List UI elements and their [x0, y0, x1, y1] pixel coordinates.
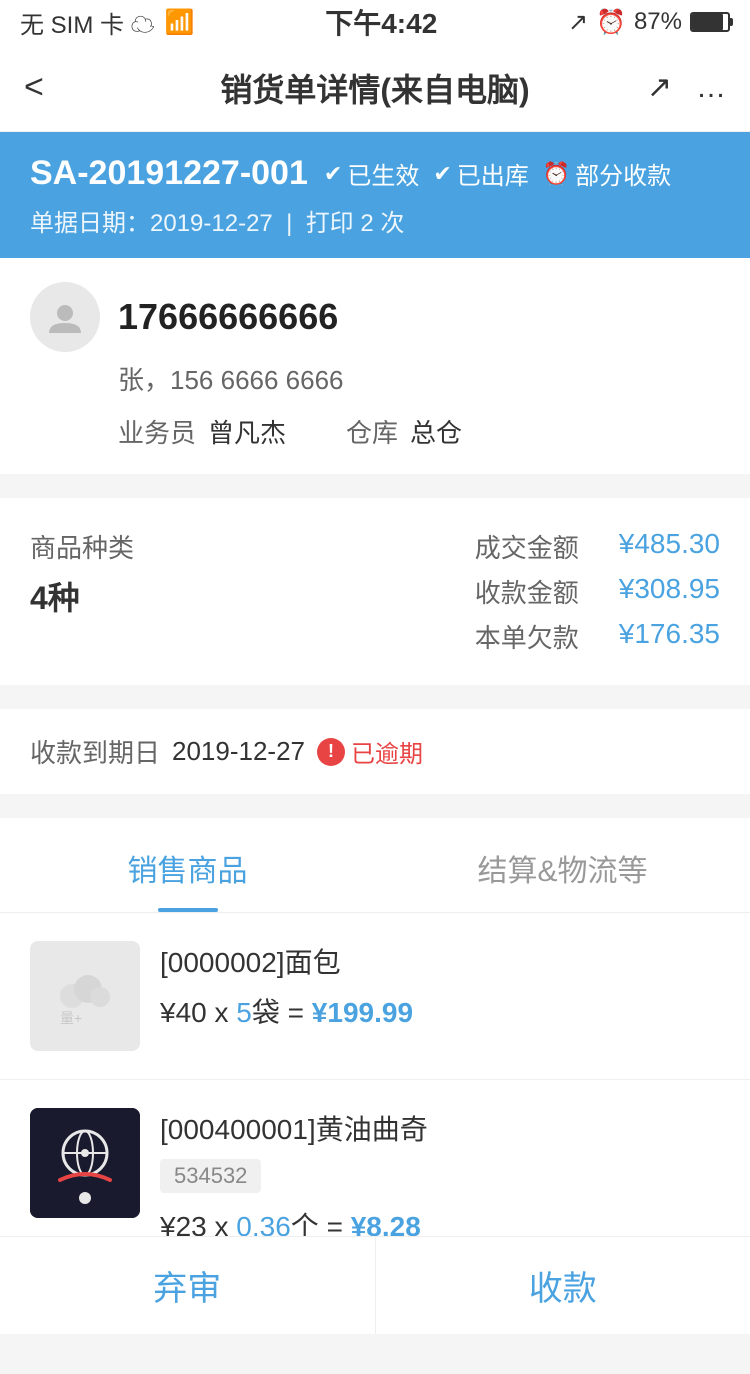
back-button[interactable]: < — [14, 58, 54, 117]
category-info: 商品种类 4种 — [30, 528, 134, 655]
category-label: 商品种类 — [30, 528, 134, 565]
svg-text:量+: 量+ — [60, 1010, 82, 1026]
order-date-line: 单据日期：2019-12-27 | 打印 2 次 — [30, 203, 720, 238]
order-id: SA-20191227-001 — [30, 154, 308, 193]
status-time: 下午4:42 — [325, 2, 437, 42]
sales-label: 业务员 — [118, 413, 196, 450]
divider-1 — [0, 486, 750, 498]
amount-value: ¥485.30 — [619, 528, 720, 565]
overdue-badge: ! 已逾期 — [317, 734, 423, 769]
bottom-bar: 弃审 收款 — [0, 1236, 750, 1334]
due-label: 收款到期日 — [30, 733, 160, 770]
status-shipped: ✔ 已出库 — [433, 156, 528, 191]
battery-icon — [690, 12, 730, 32]
order-banner: SA-20191227-001 ✔ 已生效 ✔ 已出库 ⏰ 部分收款 单据日期：… — [0, 132, 750, 258]
warehouse-label: 仓库 — [346, 413, 398, 450]
received-label: 收款金额 — [475, 573, 579, 610]
avatar — [30, 282, 100, 352]
amount-info: 成交金额 ¥485.30 收款金额 ¥308.95 本单欠款 ¥176.35 — [475, 528, 720, 655]
products-section: 量+ [0000002]面包 ¥40 x 5袋 = ¥199.99 — [0, 913, 750, 1274]
product-thumb-2 — [30, 1108, 140, 1218]
battery-percent: 87% — [634, 8, 682, 36]
clock-icon: ⏰ — [543, 161, 570, 187]
customer-id: 17666666666 — [118, 296, 338, 338]
product-tag-2: 534532 — [160, 1159, 261, 1193]
status-active: ✔ 已生效 — [324, 156, 419, 191]
due-date: 2019-12-27 — [172, 736, 305, 767]
tabs-section: 销售商品 结算&物流等 — [0, 818, 750, 913]
received-value: ¥308.95 — [619, 573, 720, 610]
divider-3 — [0, 806, 750, 818]
location-icon: ↗ — [568, 8, 588, 37]
due-section: 收款到期日 2019-12-27 ! 已逾期 — [0, 709, 750, 794]
wifi-icon: 📶 — [165, 8, 195, 37]
product-name-1: [0000002]面包 — [160, 941, 720, 981]
tab-sales-products[interactable]: 销售商品 — [0, 818, 375, 912]
category-count: 4种 — [30, 573, 134, 619]
cancel-button[interactable]: 弃审 — [0, 1237, 376, 1334]
check-icon-active: ✔ — [324, 161, 342, 187]
product-item-1: 量+ [0000002]面包 ¥40 x 5袋 = ¥199.99 — [0, 913, 750, 1080]
page-title: 销货单详情(来自电脑) — [220, 65, 529, 111]
overdue-icon: ! — [317, 738, 345, 766]
status-partial: ⏰ 部分收款 — [543, 156, 671, 191]
tabs-row: 销售商品 结算&物流等 — [0, 818, 750, 913]
warehouse-name: 总仓 — [410, 413, 462, 450]
status-bar: 无 SIM 卡 ☁ 📶 下午4:42 ↗ ⏰ 87% — [0, 0, 750, 44]
summary-section: 商品种类 4种 成交金额 ¥485.30 收款金额 ¥308.95 本单欠款 ¥… — [0, 498, 750, 685]
product-thumb-1: 量+ — [30, 941, 140, 1051]
divider-2 — [0, 697, 750, 709]
debt-value: ¥176.35 — [619, 618, 720, 655]
tab-settlement[interactable]: 结算&物流等 — [375, 818, 750, 912]
customer-name-phone: 张，156 6666 6666 — [118, 360, 720, 397]
share-icon[interactable]: ↗︎ — [647, 70, 672, 105]
check-icon-shipped: ✔ — [433, 161, 451, 187]
sim-label: 无 SIM 卡 ☁ — [20, 5, 155, 40]
product-info-1: [0000002]面包 ¥40 x 5袋 = ¥199.99 — [160, 941, 720, 1031]
amount-label: 成交金额 — [475, 528, 579, 565]
more-icon[interactable]: … — [696, 71, 726, 105]
status-right: ↗ ⏰ 87% — [568, 8, 730, 37]
sales-name: 曾凡杰 — [208, 413, 286, 450]
debt-label: 本单欠款 — [475, 618, 579, 655]
product-info-2: [000400001]黄油曲奇 534532 ¥23 x 0.36个 = ¥8.… — [160, 1108, 720, 1245]
nav-bar: < 销货单详情(来自电脑) ↗︎ … — [0, 44, 750, 132]
status-tags: ✔ 已生效 ✔ 已出库 ⏰ 部分收款 — [324, 156, 671, 191]
status-left: 无 SIM 卡 ☁ 📶 — [20, 5, 195, 40]
customer-section: 17666666666 张，156 6666 6666 业务员 曾凡杰 仓库 总… — [0, 258, 750, 474]
overdue-text: 已逾期 — [351, 734, 423, 769]
alarm-icon: ⏰ — [596, 8, 626, 37]
collect-button[interactable]: 收款 — [376, 1237, 750, 1334]
product-price-1: ¥40 x 5袋 = ¥199.99 — [160, 991, 720, 1031]
nav-actions: ↗︎ … — [647, 70, 726, 105]
product-name-2: [000400001]黄油曲奇 — [160, 1108, 720, 1148]
customer-meta: 业务员 曾凡杰 仓库 总仓 — [118, 413, 720, 450]
